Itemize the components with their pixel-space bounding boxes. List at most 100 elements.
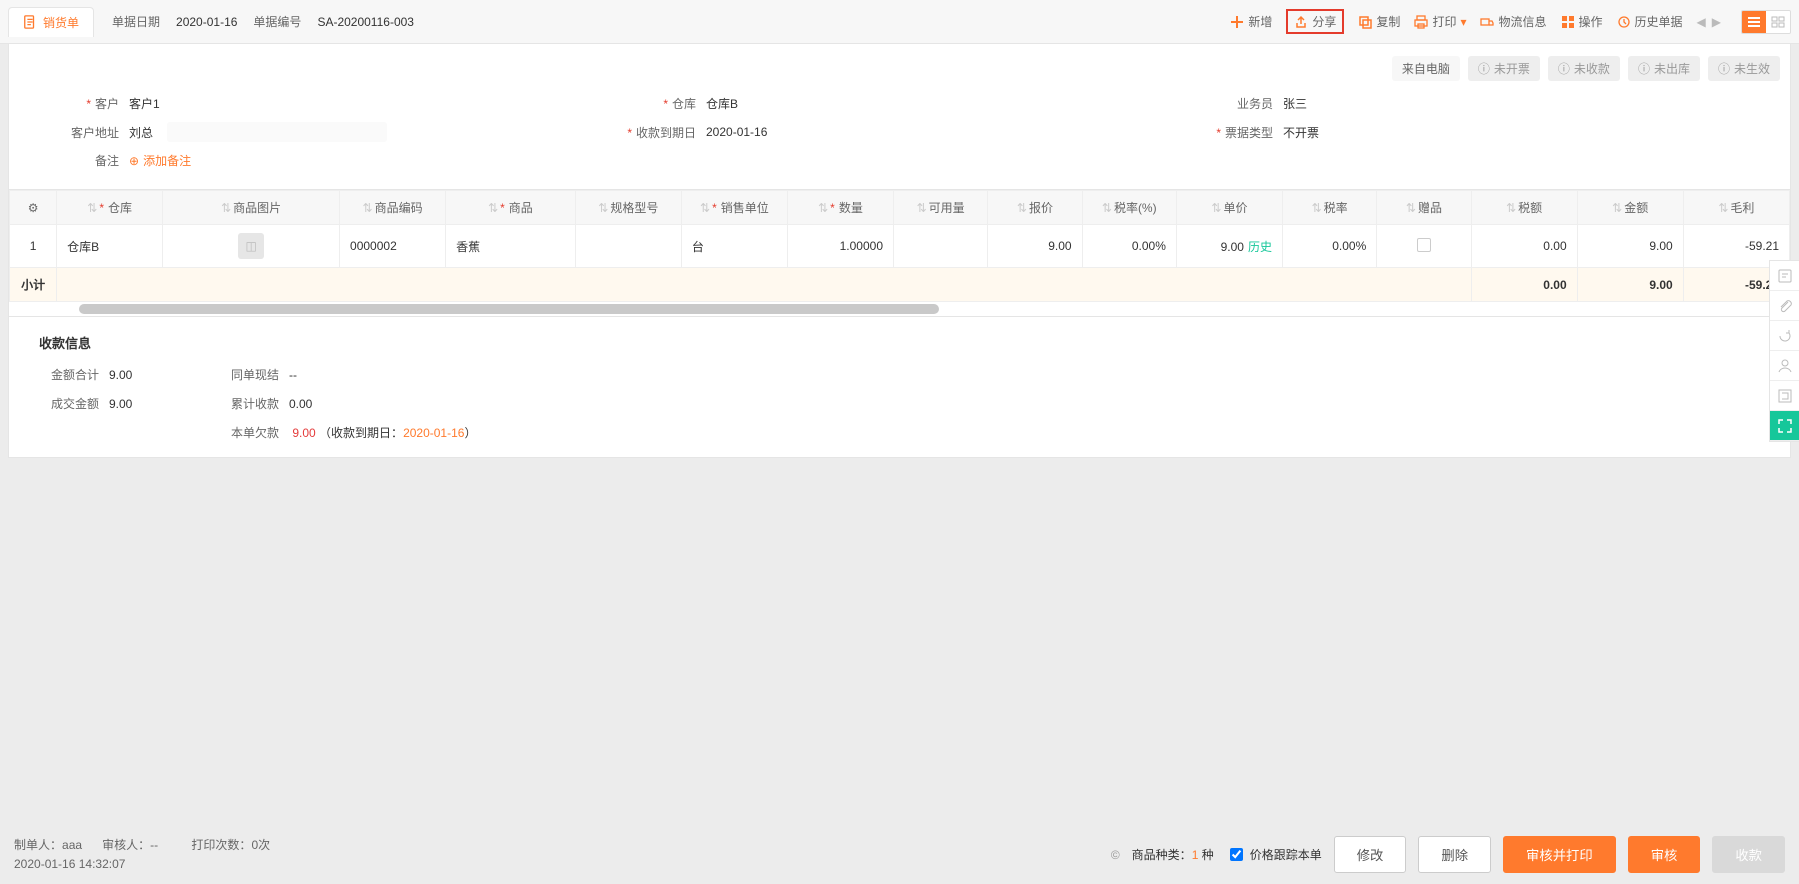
next-button[interactable]: ▶ [1712,15,1721,29]
col-image[interactable]: ⇅商品图片 [163,191,340,225]
info-icon: ⓘ [1478,60,1490,77]
truck-icon [1480,15,1494,29]
print-count: 0次 [251,838,270,852]
info-icon: ⓘ [1718,60,1730,77]
unpaid-badge: ⓘ未收款 [1548,56,1620,81]
col-tax[interactable]: ⇅税额 [1471,191,1577,225]
copyright-icon: © [1111,848,1120,862]
tab-sales-order[interactable]: 销货单 [8,7,94,37]
price-history-link[interactable]: 历史 [1248,240,1272,254]
row-taxrate2: 0.00% [1282,225,1376,268]
side-help-icon[interactable] [1770,381,1799,411]
side-refresh-icon[interactable] [1770,321,1799,351]
col-amount[interactable]: ⇅金额 [1577,191,1683,225]
due-value: 2020-01-16 [706,125,767,139]
receive-button[interactable]: 收款 [1712,836,1785,873]
customer-value: 客户1 [129,95,160,112]
side-note-icon[interactable] [1770,261,1799,291]
side-user-icon[interactable] [1770,351,1799,381]
document-icon [23,15,37,29]
customer-label: 客户 [95,97,119,111]
col-warehouse[interactable]: ⇅*仓库 [57,191,163,225]
audit-print-button[interactable]: 审核并打印 [1503,836,1616,873]
row-quote: 9.00 [988,225,1082,268]
sales-label: 业务员 [1237,97,1273,111]
history-button[interactable]: 历史单据 [1617,13,1683,30]
logistics-button[interactable]: 物流信息 [1480,13,1546,30]
col-qty[interactable]: ⇅*数量 [787,191,893,225]
col-price[interactable]: ⇅单价 [1176,191,1282,225]
doc-date: 2020-01-16 [176,15,237,29]
subtotal-amount: 9.00 [1577,268,1683,302]
due-label: 收款到期日 [636,126,696,140]
info-icon: ⓘ [1558,60,1570,77]
copy-button[interactable]: 复制 [1358,13,1400,30]
col-code[interactable]: ⇅商品编码 [340,191,446,225]
maker: aaa [62,838,82,852]
row-qty: 1.00000 [787,225,893,268]
side-expand-icon[interactable] [1770,411,1799,441]
row-tax: 0.00 [1471,225,1577,268]
side-attach-icon[interactable] [1770,291,1799,321]
doc-no-label: 单据编号 [253,13,301,30]
addr-label: 客户地址 [71,126,119,140]
sales-value: 张三 [1283,95,1307,112]
share-icon [1294,15,1308,29]
subtotal-tax: 0.00 [1471,268,1577,302]
invtype-label: 票据类型 [1225,126,1273,140]
owe-due: 2020-01-16 [403,426,464,440]
col-gift[interactable]: ⇅赠品 [1377,191,1471,225]
audit-button[interactable]: 审核 [1628,836,1701,873]
source-badge: 来自电脑 [1392,56,1460,81]
col-spec[interactable]: ⇅规格型号 [575,191,681,225]
col-taxrate[interactable]: ⇅税率(%) [1082,191,1176,225]
addr-value: 刘总 [129,124,153,141]
row-unit: 台 [681,225,787,268]
share-button[interactable]: 分享 [1286,9,1344,34]
row-warehouse: 仓库B [57,225,163,268]
product-image-icon: ◫ [238,233,264,259]
print-icon [1414,15,1428,29]
edit-button[interactable]: 修改 [1334,836,1407,873]
col-unit[interactable]: ⇅*销售单位 [681,191,787,225]
print-button[interactable]: 打印 ▾ [1414,13,1466,30]
total-value: 9.00 [109,368,132,382]
info-icon: ⓘ [1638,60,1650,77]
prev-button[interactable]: ◀ [1697,15,1706,29]
view-compact-toggle[interactable] [1766,11,1790,33]
inactive-badge: ⓘ未生效 [1708,56,1780,81]
price-follow-checkbox[interactable]: 价格跟踪本单 [1226,845,1322,864]
gift-checkbox[interactable] [1417,238,1431,252]
col-product[interactable]: ⇅*商品 [446,191,576,225]
view-detail-toggle[interactable] [1742,11,1766,33]
plus-circle-icon: ⊕ [129,154,139,168]
delete-button[interactable]: 删除 [1418,836,1491,873]
same-value: -- [289,368,297,382]
gear-icon: ⚙ [28,201,39,215]
col-taxrate2[interactable]: ⇅税率 [1282,191,1376,225]
warehouse-label: 仓库 [672,97,696,111]
col-avail[interactable]: ⇅可用量 [894,191,988,225]
copy-icon [1358,15,1372,29]
history-icon [1617,15,1631,29]
subtotal-row: 小计 0.00 9.00 -59.21 [10,268,1790,302]
col-gross[interactable]: ⇅毛利 [1683,191,1789,225]
doc-no: SA-20200116-003 [317,15,414,29]
add-note-button[interactable]: ⊕ 添加备注 [129,152,191,169]
row-avail [894,225,988,268]
doc-date-label: 单据日期 [112,13,160,30]
timestamp: 2020-01-16 14:32:07 [14,857,125,871]
uninvoiced-badge: ⓘ未开票 [1468,56,1540,81]
invtype-value: 不开票 [1283,124,1319,141]
row-taxrate: 0.00% [1082,225,1176,268]
row-amount: 9.00 [1577,225,1683,268]
row-spec [575,225,681,268]
horizontal-scrollbar[interactable] [79,304,939,314]
note-label: 备注 [95,154,119,168]
operations-button[interactable]: 操作 [1561,13,1603,30]
gear-column[interactable]: ⚙ [10,191,57,225]
new-button[interactable]: 新增 [1230,13,1272,30]
col-quote[interactable]: ⇅报价 [988,191,1082,225]
table-row[interactable]: 1 仓库B ◫ 0000002 香蕉 台 1.00000 9.00 0.00% … [10,225,1790,268]
tab-title: 销货单 [43,14,79,31]
